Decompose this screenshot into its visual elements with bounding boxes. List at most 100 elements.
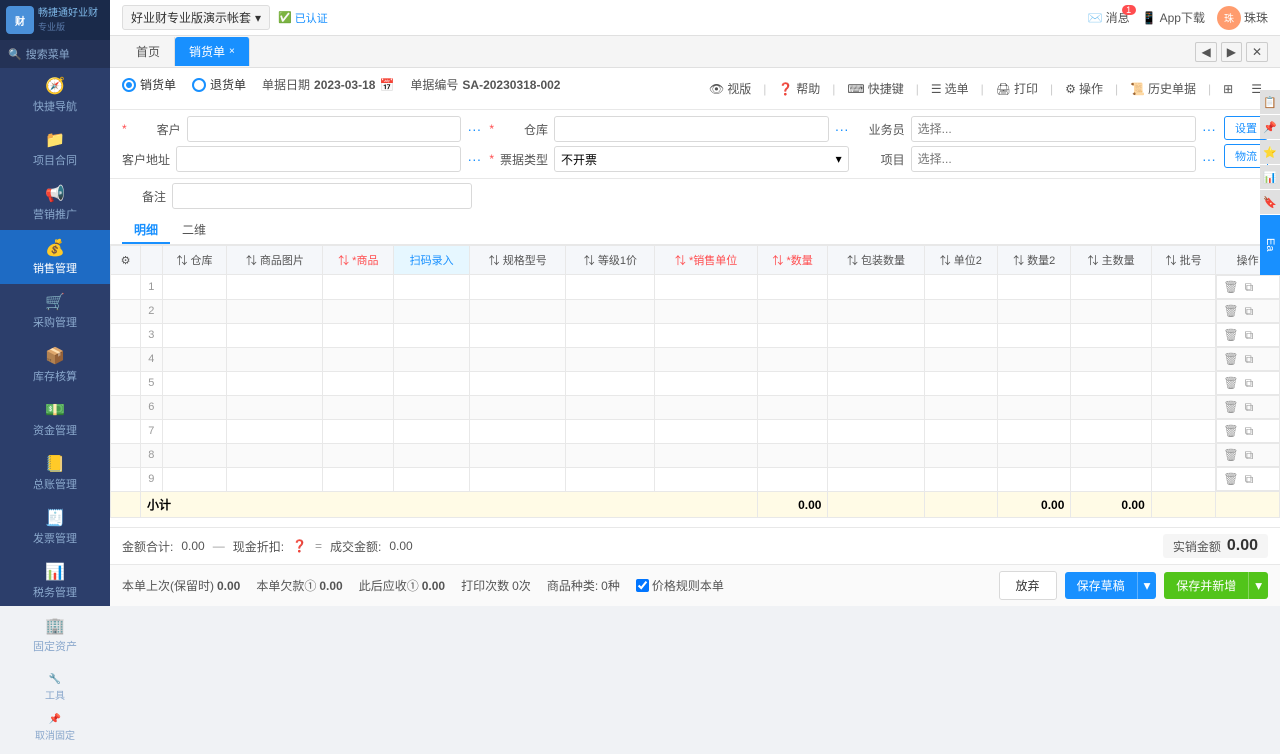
right-panel-btn-5[interactable]: 🔖 [1260,190,1280,214]
row-goods[interactable] [323,299,394,323]
row-copy-btn[interactable]: ⧉ [1243,279,1256,296]
row-img[interactable] [227,395,323,419]
row-pack[interactable] [828,467,924,492]
address-input[interactable] [176,146,461,172]
project-input[interactable] [911,146,1196,172]
row-delete-btn[interactable]: 🗑 [1221,303,1240,319]
row-mainqty[interactable] [1071,419,1151,443]
row-spec[interactable] [470,443,566,467]
row-mainqty[interactable] [1071,371,1151,395]
row-delete-btn[interactable]: 🗑 [1221,399,1240,415]
row-mainqty[interactable] [1071,275,1151,300]
col-batch-header[interactable]: ⇅ 批号 [1151,246,1216,275]
row-goods[interactable] [323,371,394,395]
row-scan[interactable] [394,443,470,467]
help-btn[interactable]: ❓ 帮助 [772,77,826,100]
sidebar-item-tools[interactable]: 🔧 工具 [6,668,104,708]
return-order-radio[interactable]: 退货单 [192,76,246,93]
row-price[interactable] [566,395,655,419]
row-pack[interactable] [828,347,924,371]
row-unit[interactable] [655,419,757,443]
col-unit-header[interactable]: ⇅ *销售单位 [655,246,757,275]
row-scan[interactable] [394,347,470,371]
row-unit2[interactable] [924,275,997,300]
tab-close-icon[interactable]: × [229,46,235,57]
row-unit[interactable] [655,323,757,347]
row-batch[interactable] [1151,395,1216,419]
row-batch[interactable] [1151,275,1216,300]
row-pack[interactable] [828,395,924,419]
row-copy-btn[interactable]: ⧉ [1243,471,1256,488]
row-qty2[interactable] [997,347,1070,371]
sidebar-item-fixed-assets[interactable]: 🏢 固定资产 [0,608,110,662]
col-settings-header[interactable]: ⚙ [111,246,141,275]
row-unit2[interactable] [924,395,997,419]
row-delete-btn[interactable]: 🗑 [1221,327,1240,343]
row-qty2[interactable] [997,371,1070,395]
row-copy-btn[interactable]: ⧉ [1243,399,1256,416]
row-copy-btn[interactable]: ⧉ [1243,375,1256,392]
row-warehouse[interactable] [162,371,227,395]
row-qty2[interactable] [997,467,1070,492]
row-unit2[interactable] [924,371,997,395]
right-panel-btn-3[interactable]: ⭐ [1260,140,1280,164]
sidebar-item-inventory[interactable]: 📦 库存核算 [0,338,110,392]
row-qty[interactable] [757,371,828,395]
row-qty[interactable] [757,419,828,443]
row-unit2[interactable] [924,299,997,323]
col-qty2-header[interactable]: ⇅ 数量2 [997,246,1070,275]
salesperson-dots[interactable]: ··· [1202,121,1216,137]
row-goods[interactable] [323,323,394,347]
row-price[interactable] [566,347,655,371]
row-unit[interactable] [655,467,757,492]
sidebar-item-purchase[interactable]: 🛒 采购管理 [0,284,110,338]
app-download-action[interactable]: 📱 App下载 [1142,9,1205,26]
save-draft-button[interactable]: 保存草稿 [1065,572,1137,599]
user-action[interactable]: 珠 珠珠 [1217,6,1268,30]
row-warehouse[interactable] [162,419,227,443]
price-rule-check[interactable] [636,579,649,592]
row-price[interactable] [566,419,655,443]
row-pack[interactable] [828,323,924,347]
row-unit2[interactable] [924,347,997,371]
col-warehouse-header[interactable]: ⇅ 仓库 [162,246,227,275]
row-mainqty[interactable] [1071,395,1151,419]
sidebar-item-cancel-fixed[interactable]: 📌 取消固定 [6,708,104,748]
row-price[interactable] [566,299,655,323]
row-copy-btn[interactable]: ⧉ [1243,423,1256,440]
invoice-select[interactable]: 不开票 ▾ [554,146,849,172]
row-unit[interactable] [655,299,757,323]
tab-2d[interactable]: 二维 [170,217,218,244]
tab-prev-button[interactable]: ◀ [1195,42,1216,62]
row-goods[interactable] [323,467,394,492]
row-scan[interactable] [394,299,470,323]
calendar-icon[interactable]: 📅 [379,78,394,92]
row-copy-btn[interactable]: ⧉ [1243,447,1256,464]
col-qty-header[interactable]: ⇅ *数量 [757,246,828,275]
row-mainqty[interactable] [1071,443,1151,467]
row-pack[interactable] [828,299,924,323]
row-batch[interactable] [1151,467,1216,492]
tab-next-button[interactable]: ▶ [1221,42,1242,62]
row-qty[interactable] [757,347,828,371]
col-price-header[interactable]: ⇅ 等级1价 [566,246,655,275]
row-mainqty[interactable] [1071,347,1151,371]
row-warehouse[interactable] [162,299,227,323]
row-copy-btn[interactable]: ⧉ [1243,351,1256,368]
row-qty2[interactable] [997,395,1070,419]
row-delete-btn[interactable]: 🗑 [1221,423,1240,439]
col-unit2-header[interactable]: ⇅ 单位2 [924,246,997,275]
customer-dots[interactable]: ··· [467,121,481,137]
row-unit2[interactable] [924,419,997,443]
row-scan[interactable] [394,323,470,347]
row-qty[interactable] [757,395,828,419]
row-pack[interactable] [828,275,924,300]
sidebar-item-tax[interactable]: 📊 税务管理 [0,554,110,608]
row-batch[interactable] [1151,347,1216,371]
row-price[interactable] [566,371,655,395]
row-qty2[interactable] [997,323,1070,347]
sales-order-radio[interactable]: 销货单 [122,76,176,93]
message-action[interactable]: ✉️ 消息 1 [1088,9,1130,26]
customer-input[interactable] [187,116,462,142]
row-img[interactable] [227,275,323,300]
